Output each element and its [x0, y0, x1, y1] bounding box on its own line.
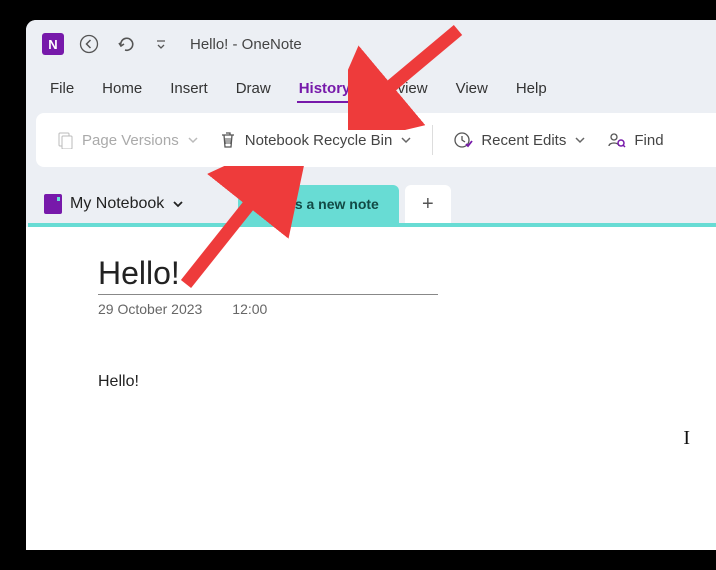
find-label: Find — [634, 132, 663, 149]
add-section-button[interactable]: + — [405, 185, 451, 223]
page-date: 29 October 2023 — [98, 301, 202, 317]
menu-insert[interactable]: Insert — [168, 76, 210, 103]
app-icon-letter: N — [48, 37, 57, 52]
note-page[interactable]: Hello! 29 October 2023 12:00 Hello! I — [26, 227, 716, 550]
ribbon: Page Versions Notebook Recycle Bin Recen… — [36, 113, 716, 167]
chevron-down-icon — [574, 134, 586, 146]
notebook-name: My Notebook — [70, 195, 164, 213]
person-search-icon — [606, 130, 626, 150]
chevron-down-icon — [400, 134, 412, 146]
qat-customize[interactable] — [150, 33, 172, 55]
notebook-selector[interactable]: My Notebook — [26, 194, 202, 214]
recent-edits-button[interactable]: Recent Edits — [447, 126, 592, 154]
menu-file[interactable]: File — [48, 76, 76, 103]
page-versions-button[interactable]: Page Versions — [50, 127, 205, 153]
page-versions-label: Page Versions — [82, 132, 179, 149]
titlebar: N Hello! - OneNote — [26, 20, 716, 68]
find-button[interactable]: Find — [600, 126, 669, 154]
notebook-bar: My Notebook This is a new note + — [26, 185, 716, 223]
onenote-window: N Hello! - OneNote File Home Insert Draw… — [26, 20, 716, 550]
ribbon-separator — [432, 125, 433, 155]
tab-strip: This is a new note + — [238, 185, 451, 223]
menubar: File Home Insert Draw History Review Vie… — [26, 68, 716, 109]
page-title[interactable]: Hello! — [98, 255, 438, 295]
notebook-icon — [44, 194, 62, 214]
menu-view[interactable]: View — [454, 76, 490, 103]
chevron-down-icon — [187, 134, 199, 146]
clock-check-icon — [453, 130, 473, 150]
menu-history[interactable]: History — [297, 76, 353, 103]
window-title: Hello! - OneNote — [190, 36, 302, 53]
back-button[interactable] — [78, 33, 100, 55]
page-time: 12:00 — [232, 301, 267, 317]
text-cursor-icon: I — [683, 427, 690, 450]
page-versions-icon — [56, 131, 74, 149]
recycle-bin-label: Notebook Recycle Bin — [245, 132, 393, 149]
page-body[interactable]: Hello! — [98, 373, 644, 391]
menu-review[interactable]: Review — [376, 76, 429, 103]
recent-edits-label: Recent Edits — [481, 132, 566, 149]
section-tab-label: This is a new note — [258, 196, 379, 212]
page-meta: 29 October 2023 12:00 — [98, 301, 644, 317]
recycle-bin-button[interactable]: Notebook Recycle Bin — [213, 126, 419, 154]
app-icon: N — [42, 33, 64, 55]
menu-help[interactable]: Help — [514, 76, 549, 103]
section-tab-active[interactable]: This is a new note — [238, 185, 399, 223]
chevron-down-icon — [172, 198, 184, 210]
undo-button[interactable] — [114, 33, 136, 55]
menu-draw[interactable]: Draw — [234, 76, 273, 103]
trash-icon — [219, 130, 237, 150]
menu-home[interactable]: Home — [100, 76, 144, 103]
